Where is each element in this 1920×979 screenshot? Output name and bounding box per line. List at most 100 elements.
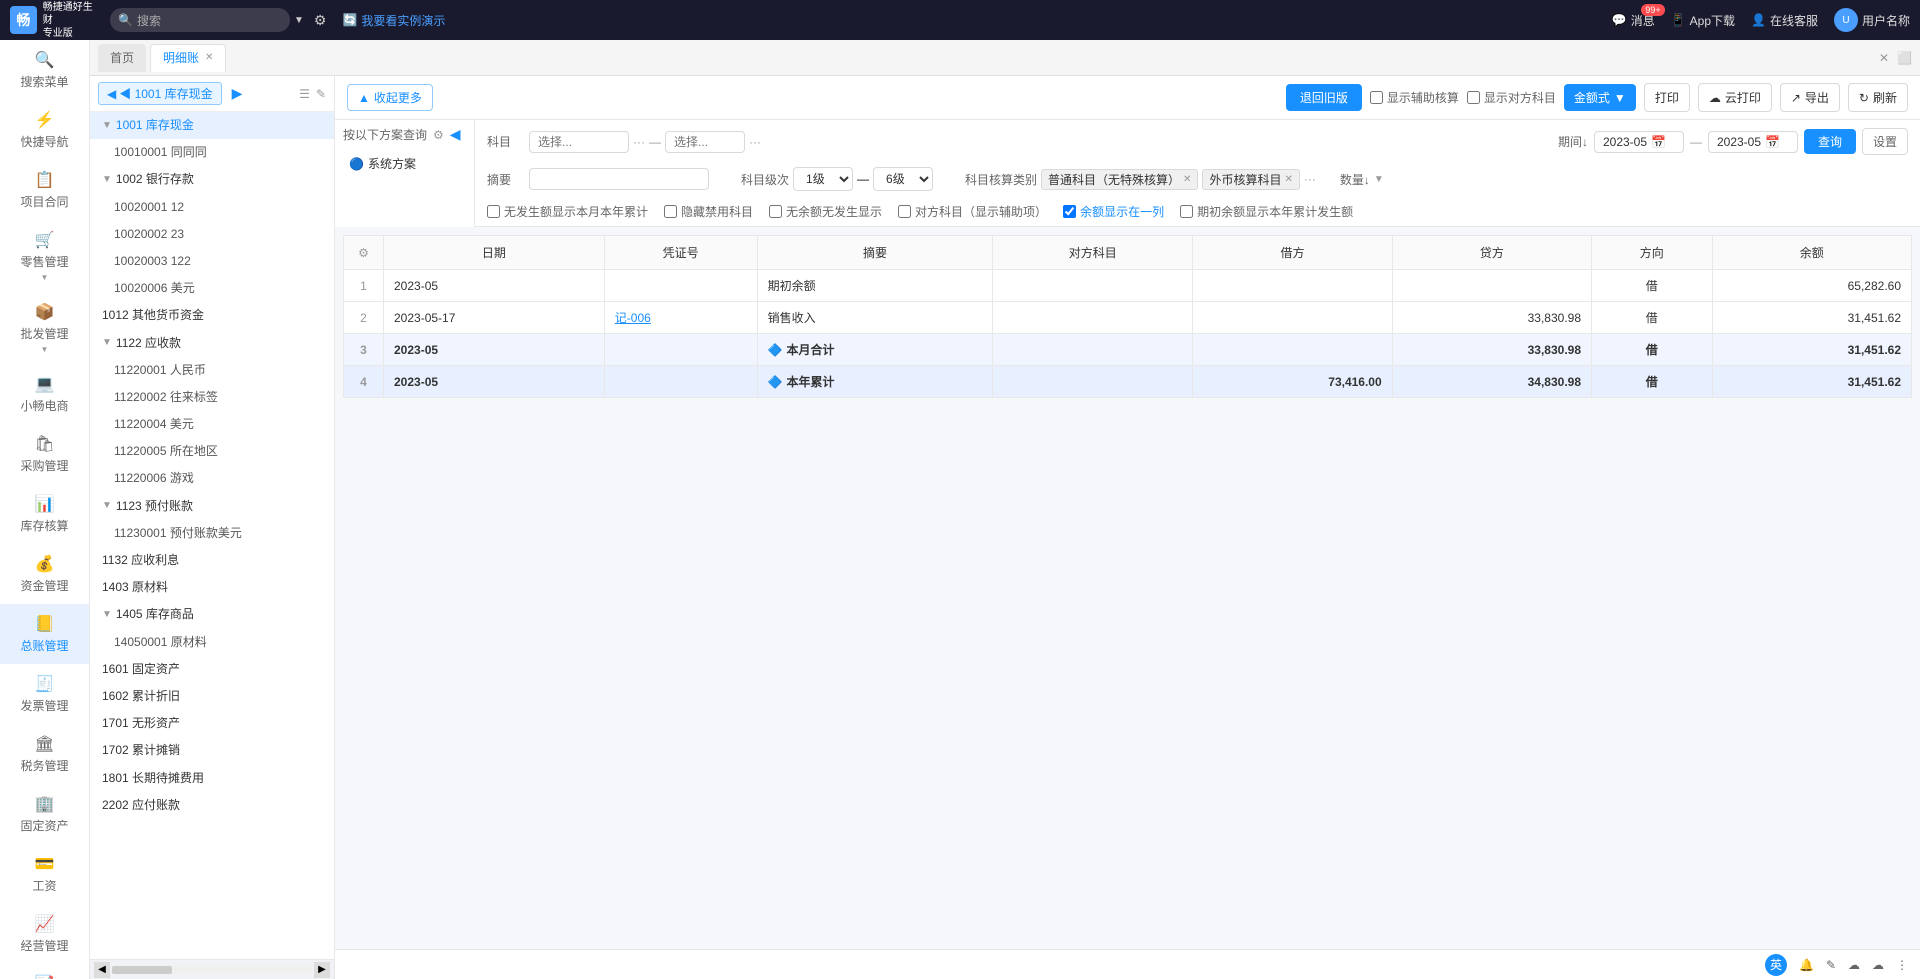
sidebar-item-project[interactable]: 📋 项目合同 (0, 160, 89, 220)
sidebar-item-salary[interactable]: 💳 工资 (0, 844, 89, 904)
tree-item-1405[interactable]: ▼ 1405 库存商品 (90, 601, 334, 628)
statusbar-icon-2[interactable]: ✎ (1826, 958, 1836, 972)
show-opposite-check[interactable]: 显示对方科目 (1467, 89, 1556, 106)
style-dropdown-btn[interactable]: 金额式 ▼ (1564, 84, 1636, 111)
sidebar-item-ledger[interactable]: 📒 总账管理 (0, 604, 89, 664)
online-service-btn[interactable]: 👤 在线客服 (1751, 12, 1818, 29)
sidebar-item-purchase[interactable]: 🛍 采购管理 (0, 424, 89, 484)
sidebar-item-inventory[interactable]: 📊 库存核算 (0, 484, 89, 544)
query-settings-icon[interactable]: ⚙ (433, 128, 444, 142)
sidebar-item-invoice[interactable]: 🧾 发票管理 (0, 664, 89, 724)
category-more-icon[interactable]: ··· (1304, 172, 1316, 186)
sidebar-item-ecommerce[interactable]: 💻 小畅电商 (0, 364, 89, 424)
level-from-select[interactable]: 1级 (793, 167, 853, 191)
category-tag-2[interactable]: 外币核算科目 ✕ (1202, 169, 1299, 190)
tree-item-1012[interactable]: 1012 其他货币资金 (90, 302, 334, 329)
tab-close-icon[interactable]: ✕ (205, 52, 213, 63)
sidebar-item-ops[interactable]: 📈 经营管理 (0, 904, 89, 964)
sidebar-item-tax[interactable]: 🏛 税务管理 (0, 724, 89, 784)
subject-end-input[interactable] (665, 131, 745, 153)
print-btn[interactable]: 打印 (1644, 83, 1690, 112)
tree-item-14050001[interactable]: 14050001 原材料 (90, 629, 334, 656)
setting-btn[interactable]: 设置 (1862, 128, 1908, 155)
arrow-right-icon[interactable]: ▶ (232, 85, 243, 102)
cloud-print-btn[interactable]: ☁ 云打印 (1698, 83, 1772, 112)
close-window-icon[interactable]: ✕ (1879, 51, 1889, 65)
tab-home[interactable]: 首页 (98, 44, 146, 72)
tree-item-1701[interactable]: 1701 无形资产 (90, 710, 334, 737)
show-auxiliary-check[interactable]: 显示辅助核算 (1370, 89, 1459, 106)
tree-item-10020006[interactable]: 10020006 美元 (90, 275, 334, 302)
check-no-amount-input[interactable] (487, 205, 500, 218)
sidebar-item-quicknav[interactable]: ⚡ 快捷导航 (0, 100, 89, 160)
back-old-btn[interactable]: 退回旧版 (1286, 84, 1362, 111)
sidebar-item-wholesale[interactable]: 📦 批发管理 ▼ (0, 292, 89, 364)
tree-item-11220004[interactable]: 11220004 美元 (90, 411, 334, 438)
gear-icon[interactable]: ⚙ (314, 12, 327, 29)
tree-item-11230001[interactable]: 11230001 预付账款美元 (90, 520, 334, 547)
tag-remove-icon[interactable]: ✕ (1183, 174, 1191, 185)
refresh-btn[interactable]: ↻ 刷新 (1848, 83, 1908, 112)
current-account-btn[interactable]: ◀ ◀ 1001 库存现金 (98, 82, 222, 105)
check-hide-disabled-input[interactable] (664, 205, 677, 218)
check-balance-col[interactable]: 余额显示在一列 (1063, 203, 1164, 220)
check-year-amount[interactable]: 期初余额显示本年累计发生额 (1180, 203, 1353, 220)
maximize-icon[interactable]: ⬜ (1897, 51, 1912, 65)
user-avatar[interactable]: U 用户名称 (1834, 8, 1910, 32)
tree-item-11220002[interactable]: 11220002 往来标签 (90, 384, 334, 411)
tree-item-1702[interactable]: 1702 累计摊销 (90, 737, 334, 764)
check-no-balance-input[interactable] (769, 205, 782, 218)
tree-item-10020001[interactable]: 10020001 12 (90, 194, 334, 221)
check-opposite-input[interactable] (898, 205, 911, 218)
list-icon[interactable]: ☰ (299, 87, 310, 101)
tree-item-1123[interactable]: ▼ 1123 预付账款 (90, 493, 334, 520)
tree-item-11220006[interactable]: 11220006 游戏 (90, 465, 334, 492)
search-dropdown-icon[interactable]: ▼ (294, 15, 304, 26)
check-hide-disabled[interactable]: 隐藏禁用科目 (664, 203, 753, 220)
check-no-balance[interactable]: 无余额无发生显示 (769, 203, 882, 220)
show-opposite-input[interactable] (1467, 91, 1480, 104)
statusbar-icon-5[interactable]: ⋮ (1896, 958, 1908, 972)
query-collapse-icon[interactable]: ◀ (450, 126, 461, 143)
query-scheme-item[interactable]: 🔵 系统方案 (343, 151, 466, 176)
check-balance-col-input[interactable] (1063, 205, 1076, 218)
check-year-amount-input[interactable] (1180, 205, 1193, 218)
tree-item-10020003[interactable]: 10020003 122 (90, 248, 334, 275)
tree-item-1132[interactable]: 1132 应收利息 (90, 547, 334, 574)
tree-item-1602[interactable]: 1602 累计折旧 (90, 683, 334, 710)
period-end-input[interactable]: 2023-05 📅 (1708, 131, 1798, 153)
tree-item-1122[interactable]: ▼ 1122 应收款 (90, 330, 334, 357)
level-to-select[interactable]: 6级 (873, 167, 933, 191)
statusbar-icon-4[interactable]: ☁ (1872, 958, 1884, 972)
global-search[interactable]: 🔍 搜索 (110, 8, 290, 32)
edit-icon[interactable]: ✎ (316, 87, 326, 101)
app-download-btn[interactable]: 📱 App下载 (1671, 12, 1735, 29)
export-btn[interactable]: ↗ 导出 (1780, 83, 1840, 112)
tree-item-10010001[interactable]: 10010001 同同同 (90, 139, 334, 166)
tag-remove-icon[interactable]: ✕ (1284, 174, 1292, 185)
tree-item-2202[interactable]: 2202 应付账款 (90, 792, 334, 819)
sidebar-item-assets[interactable]: 🏢 固定资产 (0, 784, 89, 844)
tree-item-1403[interactable]: 1403 原材料 (90, 574, 334, 601)
subject-input[interactable] (529, 131, 629, 153)
message-btn[interactable]: 💬 消息 99+ (1612, 12, 1655, 29)
query-btn[interactable]: 查询 (1804, 129, 1856, 154)
period-start-input[interactable]: 2023-05 📅 (1594, 131, 1684, 153)
category-tag-1[interactable]: 普通科目（无特殊核算） ✕ (1041, 169, 1198, 190)
tree-item-10020002[interactable]: 10020002 23 (90, 221, 334, 248)
table-settings-icon[interactable]: ⚙ (358, 246, 369, 260)
quantity-dropdown-icon[interactable]: ▼ (1374, 174, 1384, 185)
tree-item-1001[interactable]: ▼ 1001 库存现金 (90, 112, 334, 139)
check-no-amount[interactable]: 无发生额显示本月本年累计 (487, 203, 648, 220)
sidebar-item-fund[interactable]: 💰 资金管理 (0, 544, 89, 604)
scroll-left-btn[interactable]: ◀ (94, 962, 110, 978)
tree-item-1601[interactable]: 1601 固定资产 (90, 656, 334, 683)
tab-ledger[interactable]: 明细账 ✕ (150, 44, 226, 72)
statusbar-icon-1[interactable]: 🔔 (1799, 958, 1814, 972)
demo-link[interactable]: 🔄 我要看实例演示 (342, 12, 445, 29)
summary-input[interactable] (529, 168, 709, 190)
statusbar-icon-3[interactable]: ☁ (1848, 958, 1860, 972)
tree-item-1801[interactable]: 1801 长期待摊费用 (90, 765, 334, 792)
tree-item-1002[interactable]: ▼ 1002 银行存款 (90, 166, 334, 193)
check-opposite[interactable]: 对方科目（显示辅助项） (898, 203, 1047, 220)
